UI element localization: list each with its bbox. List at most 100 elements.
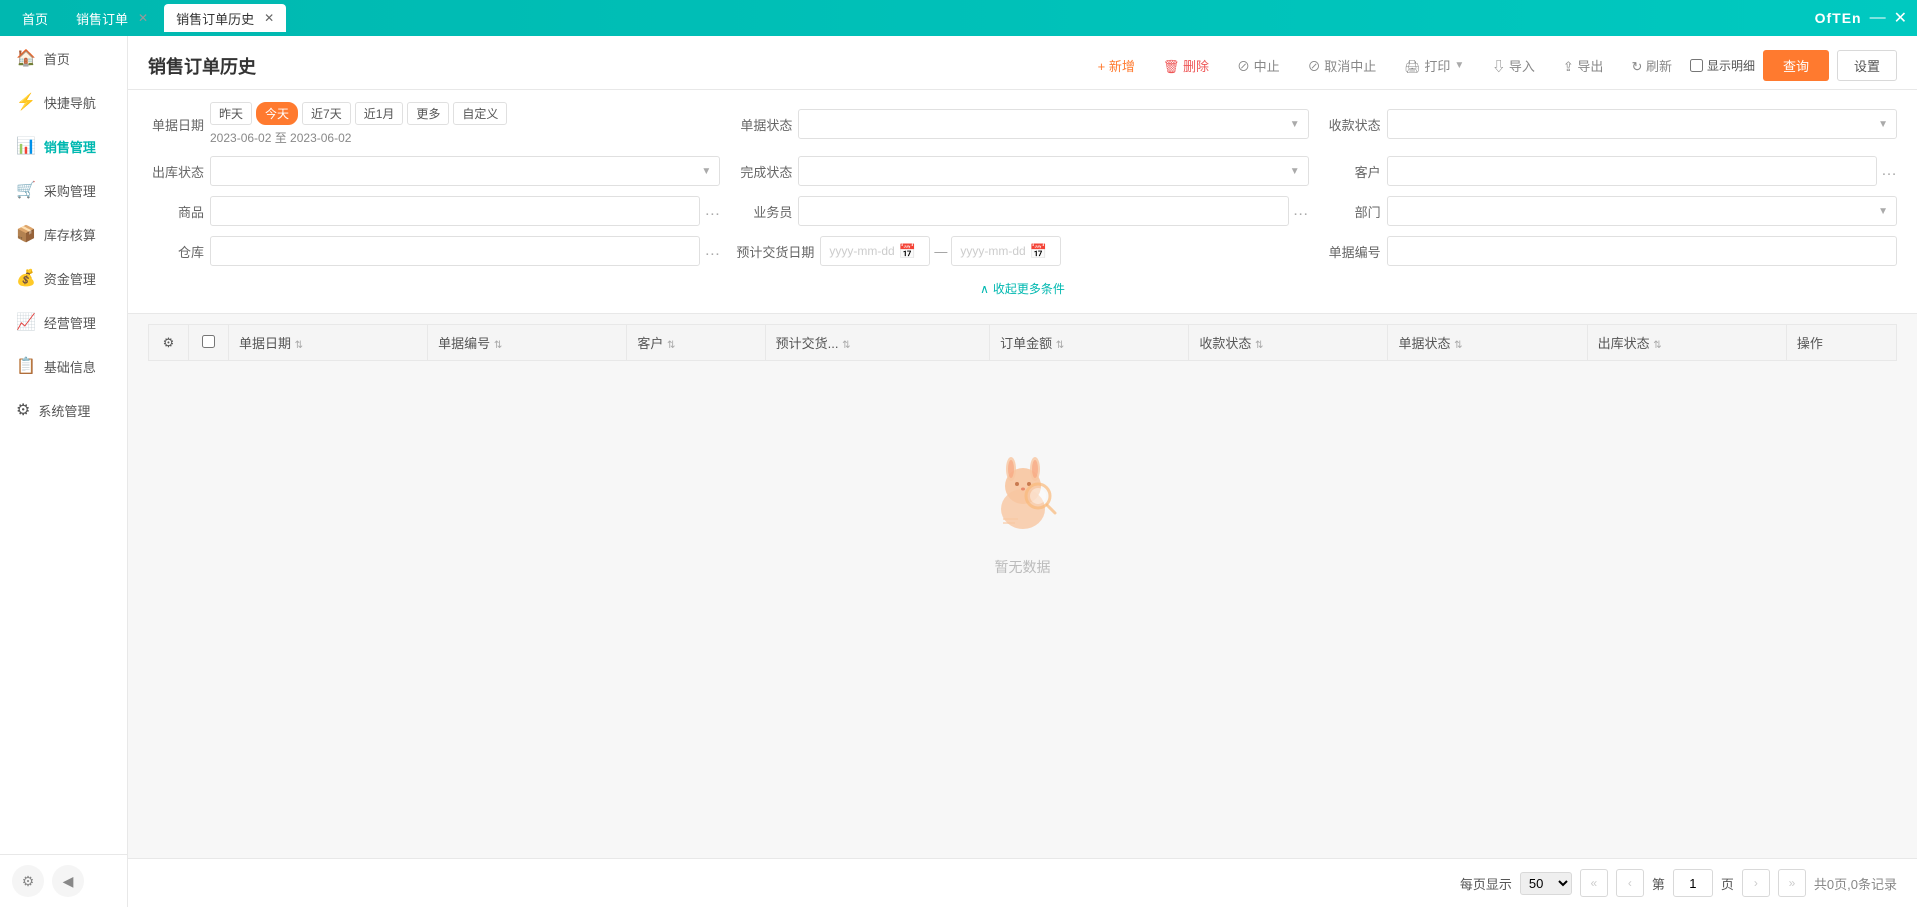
top-bar-right: OfTEn — ✕ — [1815, 8, 1907, 28]
th-customer[interactable]: 客户 ⇅ — [627, 325, 765, 361]
tab-sales-order-close[interactable]: ✕ — [138, 11, 148, 25]
next-page-btn[interactable]: › — [1742, 869, 1770, 897]
display-detail-checkbox[interactable] — [1690, 59, 1703, 72]
last-page-btn[interactable]: » — [1778, 869, 1806, 897]
warehouse-input[interactable] — [210, 236, 700, 266]
import-btn[interactable]: ⇩ 导入 — [1482, 52, 1545, 79]
date-more-btn[interactable]: 更多 — [407, 102, 449, 125]
sidebar-item-sales[interactable]: 📊 销售管理 — [0, 124, 127, 168]
data-table: ⚙ 单据日期 ⇅ 单据编号 ⇅ 客户 ⇅ — [148, 324, 1897, 361]
date-7days-btn[interactable]: 近7天 — [302, 102, 351, 125]
expected-date-to[interactable]: yyyy-mm-dd 📅 — [951, 236, 1061, 266]
th-stock-status-sort: ⇅ — [1653, 340, 1661, 351]
delete-btn[interactable]: 🗑 删除 — [1153, 52, 1219, 79]
tab-sales-order-history[interactable]: 销售订单历史 ✕ — [164, 4, 286, 32]
first-page-btn[interactable]: « — [1580, 869, 1608, 897]
refresh-btn[interactable]: ↻ 刷新 — [1621, 52, 1682, 79]
order-no-input[interactable] — [1387, 236, 1897, 266]
product-dots[interactable]: … — [704, 202, 720, 220]
cancel-stop-btn[interactable]: ⊘ 取消中止 — [1298, 52, 1387, 79]
sidebar-item-basic-info[interactable]: 📋 基础信息 — [0, 344, 127, 388]
th-expected-date-label: 预计交货... — [776, 336, 839, 351]
sales-icon: 📊 — [16, 136, 36, 156]
date-range-text: 2023-06-02 至 2023-06-02 — [210, 129, 720, 146]
filter-row-2: 出库状态 ▼ 完成状态 ▼ — [148, 156, 1897, 186]
th-order-no[interactable]: 单据编号 ⇅ — [428, 325, 627, 361]
table-wrapper: ⚙ 单据日期 ⇅ 单据编号 ⇅ 客户 ⇅ — [128, 314, 1917, 858]
customer-input[interactable] — [1387, 156, 1877, 186]
date-month-btn[interactable]: 近1月 — [355, 102, 404, 125]
receipt-status-select[interactable]: ▼ — [1387, 109, 1897, 139]
basic-info-icon: 📋 — [16, 356, 36, 376]
sidebar-item-purchase[interactable]: 🛒 采购管理 — [0, 168, 127, 212]
collapse-icon: ∧ — [980, 282, 989, 296]
window-close-btn[interactable]: ✕ — [1894, 8, 1907, 28]
collapse-btn[interactable]: ∧ 收起更多条件 — [148, 276, 1897, 301]
product-input[interactable] — [210, 196, 700, 226]
warehouse-label: 仓库 — [148, 242, 204, 261]
print-btn[interactable]: 🖨 打印 ▼ — [1394, 52, 1474, 79]
sidebar-item-inventory[interactable]: 📦 库存核算 — [0, 212, 127, 256]
customer-label: 客户 — [1325, 162, 1381, 181]
page-size-select[interactable]: 20 50 100 — [1520, 872, 1572, 895]
sidebar-item-system[interactable]: ⚙ 系统管理 — [0, 388, 127, 432]
stock-out-select[interactable]: ▼ — [210, 156, 720, 186]
salesperson-dots[interactable]: … — [1293, 202, 1309, 220]
th-checkbox[interactable] — [189, 325, 229, 361]
th-amount[interactable]: 订单金额 ⇅ — [990, 325, 1189, 361]
th-date[interactable]: 单据日期 ⇅ — [229, 325, 428, 361]
sidebar-item-operations[interactable]: 📈 经营管理 — [0, 300, 127, 344]
prev-page-btn[interactable]: ‹ — [1616, 869, 1644, 897]
expected-date-from[interactable]: yyyy-mm-dd 📅 — [820, 236, 930, 266]
display-detail-toggle[interactable]: 显示明细 — [1690, 57, 1755, 74]
window-minimize-btn[interactable]: — — [1870, 9, 1886, 27]
department-arrow: ▼ — [1878, 206, 1888, 217]
date-today-btn[interactable]: 今天 — [256, 102, 298, 125]
order-status-label: 单据状态 — [736, 115, 792, 134]
tab-home[interactable]: 首页 — [10, 4, 60, 32]
export-btn[interactable]: ⇪ 导出 — [1553, 52, 1614, 79]
settings-btn[interactable]: 设置 — [1837, 50, 1897, 81]
add-btn[interactable]: + 新增 — [1088, 52, 1145, 79]
th-expected-date-sort: ⇅ — [842, 340, 850, 351]
order-status-select[interactable]: ▼ — [798, 109, 1308, 139]
sidebar-item-finance[interactable]: 💰 资金管理 — [0, 256, 127, 300]
complete-select[interactable]: ▼ — [798, 156, 1308, 186]
th-order-status[interactable]: 单据状态 ⇅ — [1388, 325, 1587, 361]
salesperson-value: … — [798, 196, 1308, 226]
select-all-checkbox[interactable] — [202, 335, 215, 348]
date-custom-btn[interactable]: 自定义 — [453, 102, 507, 125]
page-prefix: 第 — [1652, 874, 1665, 893]
print-arrow: ▼ — [1454, 60, 1464, 71]
date-yesterday-btn[interactable]: 昨天 — [210, 102, 252, 125]
customer-value: … — [1387, 156, 1897, 186]
page-title: 销售订单历史 — [148, 53, 256, 79]
sidebar-settings-btn[interactable]: ⚙ — [12, 865, 44, 897]
department-select[interactable]: ▼ — [1387, 196, 1897, 226]
th-customer-label: 客户 — [637, 336, 663, 351]
query-btn[interactable]: 查询 — [1763, 50, 1829, 81]
order-status-value: ▼ — [798, 109, 1308, 139]
th-actions-label: 操作 — [1797, 336, 1823, 351]
warehouse-value: … — [210, 236, 720, 266]
tab-sales-order[interactable]: 销售订单 ✕ — [64, 4, 160, 32]
warehouse-dots[interactable]: … — [704, 242, 720, 260]
sidebar-item-quick-nav[interactable]: ⚡ 快捷导航 — [0, 80, 127, 124]
sidebar-item-home[interactable]: 🏠 首页 — [0, 36, 127, 80]
tab-sales-order-history-close[interactable]: ✕ — [264, 11, 274, 25]
order-status-arrow: ▼ — [1290, 119, 1300, 130]
th-receipt-status[interactable]: 收款状态 ⇅ — [1189, 325, 1388, 361]
expected-to-placeholder: yyyy-mm-dd — [960, 244, 1025, 258]
customer-dots[interactable]: … — [1881, 162, 1897, 180]
quick-nav-icon: ⚡ — [16, 92, 36, 112]
stop-btn[interactable]: ⊘ 中止 — [1227, 52, 1290, 79]
th-expected-date[interactable]: 预计交货... ⇅ — [765, 325, 990, 361]
filter-area: 单据日期 昨天 今天 近7天 近1月 更多 自定义 2023-06-02 — [128, 90, 1917, 314]
salesperson-input[interactable] — [798, 196, 1288, 226]
current-page-input[interactable] — [1673, 869, 1713, 897]
th-gear[interactable]: ⚙ — [149, 325, 189, 361]
th-actions: 操作 — [1786, 325, 1896, 361]
sidebar-collapse-btn[interactable]: ◀ — [52, 865, 84, 897]
th-stock-status[interactable]: 出库状态 ⇅ — [1587, 325, 1786, 361]
filter-row-4: 仓库 … 预计交货日期 yyyy-mm-dd 📅 — — [148, 236, 1897, 266]
